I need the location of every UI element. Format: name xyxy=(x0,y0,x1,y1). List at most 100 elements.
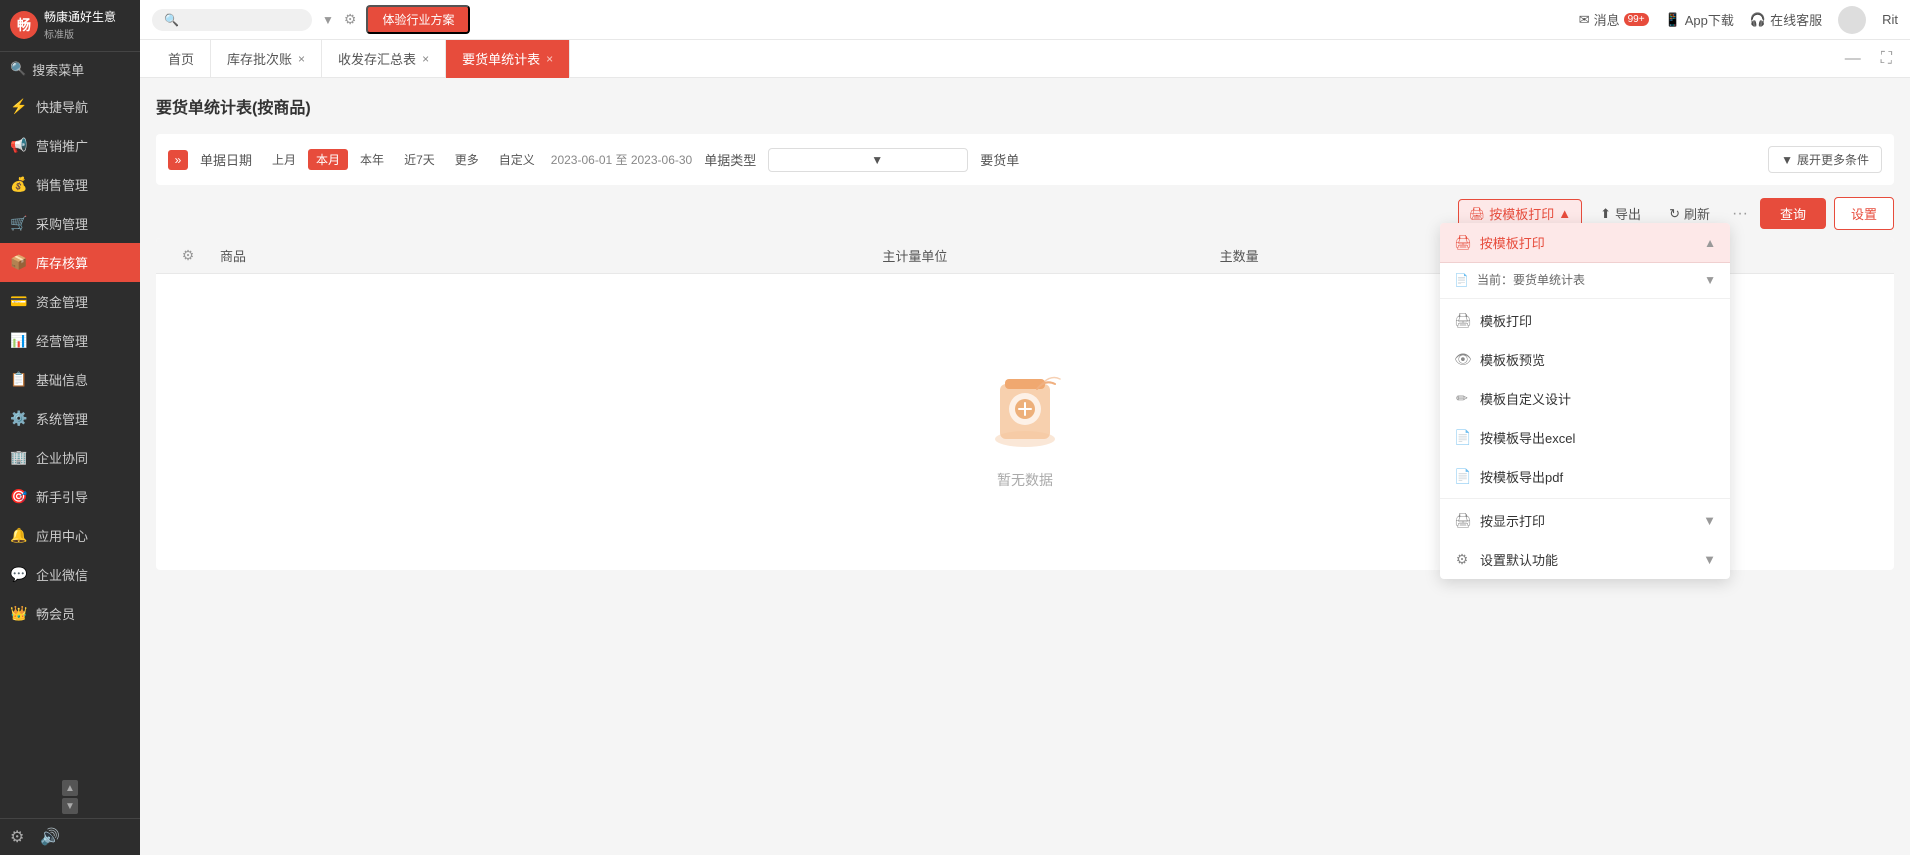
tab-order-stats-label: 要货单统计表 xyxy=(462,49,540,68)
sidebar-item-label: 新手引导 xyxy=(36,487,88,506)
tab-batch-account-close[interactable]: × xyxy=(298,52,305,66)
type-select[interactable]: ▼ xyxy=(768,148,968,172)
template-preview-icon: 👁 xyxy=(1454,351,1470,368)
dropdown-export-excel[interactable]: 📄 按模板导出excel xyxy=(1440,418,1730,457)
print-dropdown-menu: 🖨 按模板打印 ▲ 📄 当前：要货单统计表 ▼ 🖨 模板打印 👁 模板板预览 xyxy=(1440,223,1730,579)
date-tab-custom[interactable]: 自定义 xyxy=(491,149,543,170)
trial-btn[interactable]: 体验行业方案 xyxy=(366,5,470,34)
tab-order-stats-close[interactable]: × xyxy=(546,52,553,66)
guide-icon: 🎯 xyxy=(10,488,28,505)
export-pdf-icon: 📄 xyxy=(1454,468,1470,485)
sidebar-item-operation[interactable]: 📊 经营管理 xyxy=(0,321,140,360)
sidebar-item-member[interactable]: 👑 畅会员 xyxy=(0,594,140,633)
topbar-service[interactable]: 🎧 在线客服 xyxy=(1750,10,1822,29)
dropdown-close-chevron[interactable]: ▲ xyxy=(1704,236,1716,250)
topbar-app[interactable]: 📱 App下载 xyxy=(1665,10,1734,29)
tab-minimize-btn[interactable]: — xyxy=(1839,48,1867,70)
set-default-chevron: ▼ xyxy=(1703,552,1716,567)
export-pdf-label: 按模板导出pdf xyxy=(1480,467,1716,486)
sidebar-item-marketing[interactable]: 📢 营销推广 xyxy=(0,126,140,165)
date-tab-last-month[interactable]: 上月 xyxy=(264,149,304,170)
type-label: 单据类型 xyxy=(704,150,756,169)
purchase-icon: 🛒 xyxy=(10,215,28,232)
table-settings-icon[interactable]: ⚙ xyxy=(182,247,195,263)
sound-footer-icon[interactable]: 🔊 xyxy=(40,827,60,847)
empty-icon xyxy=(975,354,1075,454)
sidebar-logo: 畅 畅康通好生意 标准版 xyxy=(0,0,140,52)
tab-home-label: 首页 xyxy=(168,49,194,68)
more-btn[interactable]: ··· xyxy=(1728,201,1752,227)
filter-bar: » 单据日期 上月 本月 本年 近7天 更多 自定义 2023-06-01 至 … xyxy=(156,134,1894,185)
tab-maximize-btn[interactable]: ⛶ xyxy=(1875,48,1898,70)
set-default-icon: ⚙ xyxy=(1454,551,1470,568)
tab-home[interactable]: 首页 xyxy=(152,40,211,78)
expand-more-label: 展开更多条件 xyxy=(1797,151,1869,168)
date-tab-more[interactable]: 更多 xyxy=(447,149,487,170)
tab-batch-account[interactable]: 库存批次账 × xyxy=(211,40,322,78)
topbar-avatar[interactable] xyxy=(1838,6,1866,34)
scroll-down-btn[interactable]: ▼ xyxy=(62,798,78,814)
topbar-msg[interactable]: ✉ 消息 99+ xyxy=(1579,10,1649,29)
dropdown-set-default[interactable]: ⚙ 设置默认功能 ▼ xyxy=(1440,540,1730,579)
set-default-label: 设置默认功能 xyxy=(1480,550,1558,569)
query-btn[interactable]: 查询 xyxy=(1760,198,1826,229)
sidebar-item-sales[interactable]: 💰 销售管理 xyxy=(0,165,140,204)
tab-receipt-summary-close[interactable]: × xyxy=(422,52,429,66)
sidebar-search[interactable]: 🔍 搜索菜单 xyxy=(0,52,140,87)
sidebar-item-finance[interactable]: 💳 资金管理 xyxy=(0,282,140,321)
scroll-up-btn[interactable]: ▲ xyxy=(62,780,78,796)
tab-batch-account-label: 库存批次账 xyxy=(227,49,292,68)
filter-expand-btn[interactable]: » xyxy=(168,150,188,170)
sidebar-item-wechat[interactable]: 💬 企业微信 xyxy=(0,555,140,594)
sales-icon: 💰 xyxy=(10,176,28,193)
date-range: 2023-06-01 至 2023-06-30 xyxy=(551,151,692,168)
tab-receipt-summary[interactable]: 收发存汇总表 × xyxy=(322,40,446,78)
operation-icon: 📊 xyxy=(10,332,28,349)
dropdown-template-preview[interactable]: 👁 模板板预览 xyxy=(1440,340,1730,379)
print-chevron: ▲ xyxy=(1558,206,1571,221)
topbar-search[interactable]: 🔍 xyxy=(152,9,312,31)
date-tab-7days[interactable]: 近7天 xyxy=(396,149,443,170)
sidebar-item-label: 基础信息 xyxy=(36,370,88,389)
dropdown-template-print[interactable]: 🖨 模板打印 xyxy=(1440,301,1730,340)
sidebar-item-quick-nav[interactable]: ⚡ 快捷导航 xyxy=(0,87,140,126)
sidebar-item-enterprise[interactable]: 🏢 企业协同 xyxy=(0,438,140,477)
enterprise-icon: 🏢 xyxy=(10,449,28,466)
expand-more-icon: ▼ xyxy=(1781,153,1793,167)
topbar-gear-icon[interactable]: ⚙ xyxy=(344,11,357,28)
sidebar-item-purchase[interactable]: 🛒 采购管理 xyxy=(0,204,140,243)
dropdown-export-pdf[interactable]: 📄 按模板导出pdf xyxy=(1440,457,1730,496)
template-print-icon: 🖨 xyxy=(1454,312,1470,329)
app-icon: 📱 xyxy=(1665,12,1681,28)
dropdown-display-print[interactable]: 🖨 按显示打印 ▼ xyxy=(1440,501,1730,540)
service-label: 在线客服 xyxy=(1770,10,1822,29)
quick-nav-icon: ⚡ xyxy=(10,98,28,115)
content: 要货单统计表(按商品) » 单据日期 上月 本月 本年 近7天 更多 自定义 2… xyxy=(140,78,1910,855)
dropdown-current-chevron[interactable]: ▼ xyxy=(1704,273,1716,287)
sidebar-item-basic[interactable]: 📋 基础信息 xyxy=(0,360,140,399)
refresh-icon: ↻ xyxy=(1669,206,1680,222)
settings-btn[interactable]: 设置 xyxy=(1834,197,1894,230)
date-tab-this-year[interactable]: 本年 xyxy=(352,149,392,170)
sidebar-item-system[interactable]: ⚙️ 系统管理 xyxy=(0,399,140,438)
display-print-label: 按显示打印 xyxy=(1480,511,1545,530)
topbar-search-icon: 🔍 xyxy=(164,13,179,27)
sidebar-item-label: 应用中心 xyxy=(36,526,88,545)
sidebar-item-guide[interactable]: 🎯 新手引导 xyxy=(0,477,140,516)
appstore-icon: 🔔 xyxy=(10,527,28,544)
logo-icon: 畅 xyxy=(10,11,38,39)
app-label: App下载 xyxy=(1685,10,1734,29)
msg-label: 消息 xyxy=(1594,10,1620,29)
expand-more-btn[interactable]: ▼ 展开更多条件 xyxy=(1768,146,1882,173)
topbar-dropdown-chevron[interactable]: ▼ xyxy=(322,13,334,27)
dropdown-template-design[interactable]: ✏ 模板自定义设计 xyxy=(1440,379,1730,418)
date-tab-this-month[interactable]: 本月 xyxy=(308,149,348,170)
tab-order-stats[interactable]: 要货单统计表 × xyxy=(446,40,570,78)
sidebar-item-appstore[interactable]: 🔔 应用中心 xyxy=(0,516,140,555)
topbar-username[interactable]: Rit xyxy=(1882,12,1898,27)
sidebar-nav: ⚡ 快捷导航 📢 营销推广 💰 销售管理 🛒 采购管理 📦 库存核算 💳 资金管… xyxy=(0,87,140,776)
yaohuodan-label: 要货单 xyxy=(980,150,1019,169)
dropdown-current-label: 当前：要货单统计表 xyxy=(1477,271,1585,288)
settings-footer-icon[interactable]: ⚙ xyxy=(10,827,24,847)
sidebar-item-inventory[interactable]: 📦 库存核算 xyxy=(0,243,140,282)
